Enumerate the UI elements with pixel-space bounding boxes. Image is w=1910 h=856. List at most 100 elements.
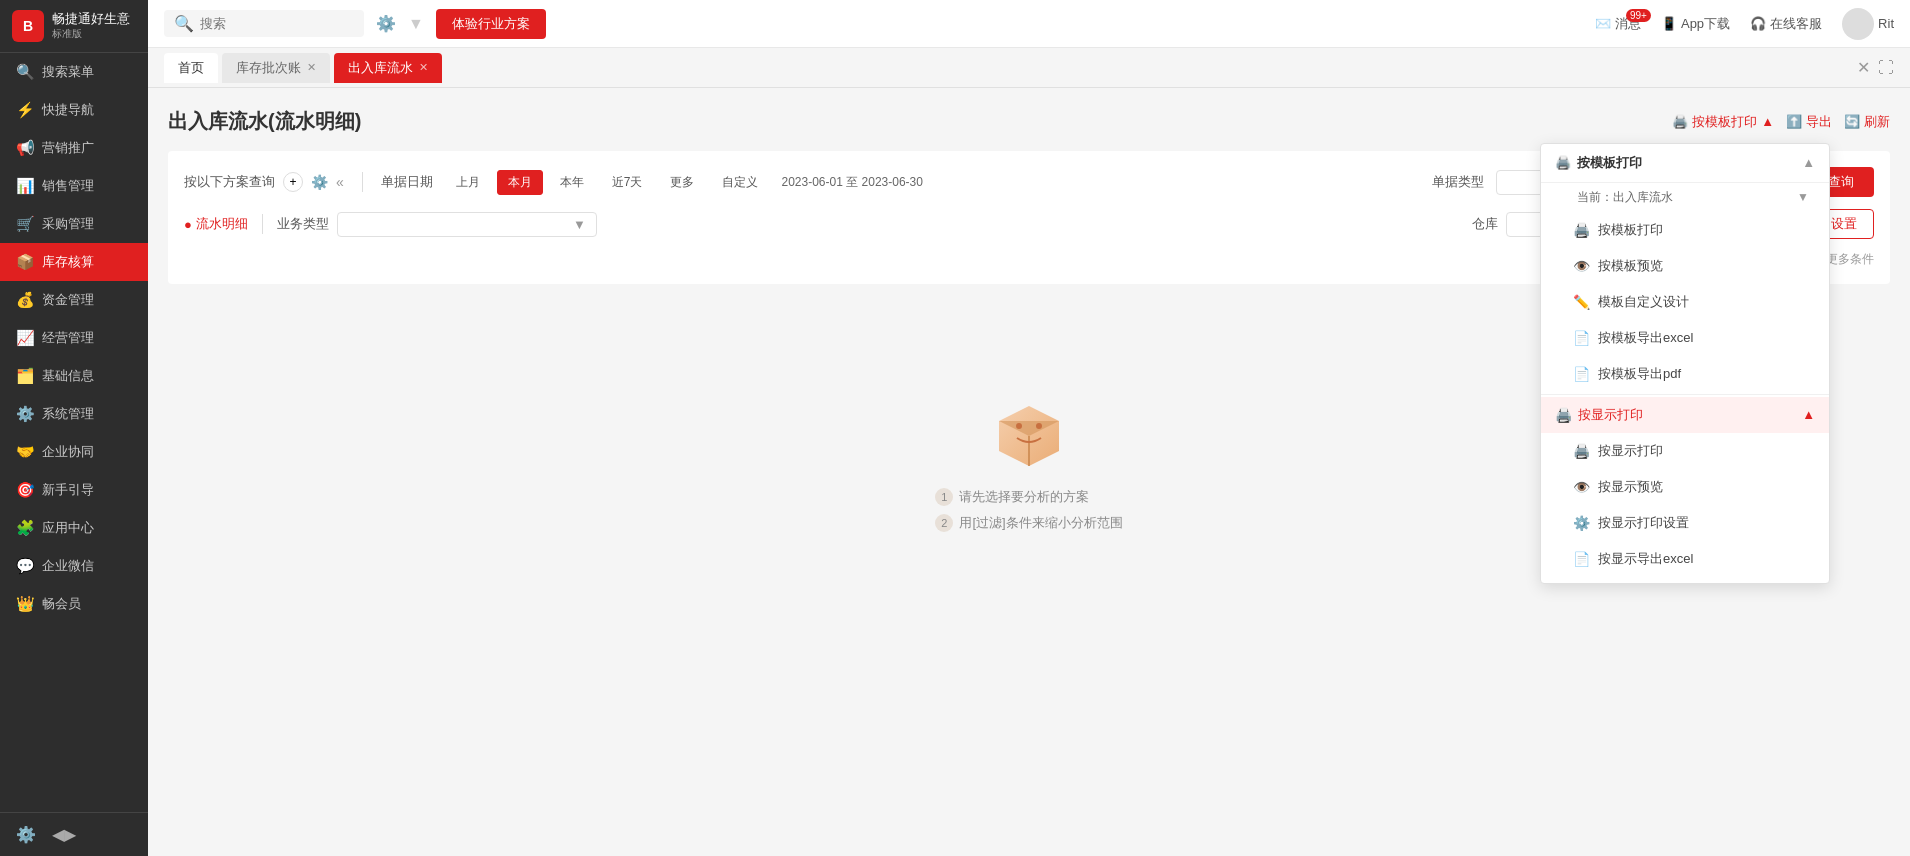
dropdown-template-print[interactable]: 🖨️ 按模板打印	[1541, 212, 1829, 248]
tab-minimize-icon[interactable]: ✕	[1857, 58, 1870, 77]
dropdown-template-preview[interactable]: 👁️ 按模板预览	[1541, 248, 1829, 284]
settings-bottom-icon[interactable]: ⚙️	[16, 825, 36, 844]
filter-settings-icon[interactable]: ⚙️	[311, 174, 328, 190]
date-tag-7days[interactable]: 近7天	[601, 170, 654, 195]
export-button[interactable]: ⬆️ 导出	[1786, 113, 1832, 131]
finance-icon: 💰	[16, 291, 34, 309]
topbar-right: ✉️ 消息 99+ 📱 App下载 🎧 在线客服 Rit	[1595, 8, 1894, 40]
sidebar-item-label: 搜索菜单	[42, 63, 94, 81]
sidebar-item-label: 库存核算	[42, 253, 94, 271]
display-preview-icon: 👁️	[1573, 479, 1590, 495]
dropdown-display-export-excel[interactable]: 📄 按显示导出excel	[1541, 541, 1829, 577]
trial-button[interactable]: 体验行业方案	[436, 9, 546, 39]
cooperation-icon: 🤝	[16, 443, 34, 461]
sidebar-item-label: 企业微信	[42, 557, 94, 575]
sidebar-item-quick-nav[interactable]: ⚡ 快捷导航	[0, 91, 148, 129]
tabbar: 首页 库存批次账 ✕ 出入库流水 ✕ ✕ ⛶	[148, 48, 1910, 88]
display-chevron-up: ▲	[1802, 407, 1815, 422]
divider	[1541, 394, 1829, 395]
tab-inventory-batch[interactable]: 库存批次账 ✕	[222, 53, 330, 83]
active-filter-label: 流水明细	[196, 215, 248, 233]
logo-icon: B	[12, 10, 44, 42]
dropdown-display-section[interactable]: 🖨️ 按显示打印 ▲	[1541, 397, 1829, 433]
headset-icon: 🎧	[1750, 16, 1766, 31]
newbie-icon: 🎯	[16, 481, 34, 499]
tab-inout-flow-close[interactable]: ✕	[419, 61, 428, 74]
collapse-left-icon[interactable]: «	[336, 174, 344, 190]
sidebar-item-operations[interactable]: 📈 经营管理	[0, 319, 148, 357]
refresh-button[interactable]: 🔄 刷新	[1844, 113, 1890, 131]
dropdown-header: 🖨️ 按模板打印 ▲	[1541, 144, 1829, 183]
app-download-label: App下载	[1681, 15, 1730, 33]
search-input[interactable]	[200, 16, 340, 31]
sidebar-item-sales[interactable]: 📊 销售管理	[0, 167, 148, 205]
date-tag-custom[interactable]: 自定义	[711, 170, 769, 195]
quick-nav-icon: ⚡	[16, 101, 34, 119]
dropdown-display-print[interactable]: 🖨️ 按显示打印	[1541, 433, 1829, 469]
user-avatar[interactable]: Rit	[1842, 8, 1894, 40]
tab-inventory-batch-close[interactable]: ✕	[307, 61, 316, 74]
active-filter-tag[interactable]: ● 流水明细	[184, 215, 248, 233]
dropdown-display-settings[interactable]: ⚙️ 按显示打印设置	[1541, 505, 1829, 541]
sidebar-item-system[interactable]: ⚙️ 系统管理	[0, 395, 148, 433]
dropdown-display-export-pdf[interactable]: 📄 按显示导出pdf	[1541, 577, 1829, 583]
sidebar-item-purchase[interactable]: 🛒 采购管理	[0, 205, 148, 243]
dropdown-template-export-excel[interactable]: 📄 按模板导出excel	[1541, 320, 1829, 356]
chevron-down-icon[interactable]: ▼	[1797, 190, 1809, 204]
date-tag-this-year[interactable]: 本年	[549, 170, 595, 195]
business-type-select[interactable]: ▼	[337, 212, 597, 237]
add-filter-button[interactable]: +	[283, 172, 303, 192]
sidebar-item-finance[interactable]: 💰 资金管理	[0, 281, 148, 319]
tab-maximize-icon[interactable]: ⛶	[1878, 59, 1894, 77]
sidebar: B 畅捷通好生意 标准版 🔍 搜索菜单 ⚡ 快捷导航 📢 营销推广 📊 销售管理…	[0, 0, 148, 856]
sidebar-item-label: 畅会员	[42, 595, 81, 613]
empty-illustration	[979, 376, 1079, 476]
empty-hints: 1 请先选择要分析的方案 2 用[过滤]条件来缩小分析范围	[935, 488, 1122, 532]
topbar: 🔍 ⚙️ ▼ 体验行业方案 ✉️ 消息 99+ 📱 App下载 🎧 在线客服 R…	[148, 0, 1910, 48]
template-print-icon: 🖨️	[1573, 222, 1590, 238]
date-tag-more[interactable]: 更多	[659, 170, 705, 195]
purchase-icon: 🛒	[16, 215, 34, 233]
wechat-icon: 💬	[16, 557, 34, 575]
sidebar-item-search[interactable]: 🔍 搜索菜单	[0, 53, 148, 91]
date-tag-last-month[interactable]: 上月	[445, 170, 491, 195]
display-print-icon: 🖨️	[1573, 443, 1590, 459]
inventory-icon: 📦	[16, 253, 34, 271]
message-button[interactable]: ✉️ 消息 99+	[1595, 15, 1641, 33]
message-badge: 99+	[1626, 9, 1651, 22]
search-box[interactable]: 🔍	[164, 10, 364, 37]
gear-icon[interactable]: ⚙️	[376, 14, 396, 33]
online-service-button[interactable]: 🎧 在线客服	[1750, 15, 1822, 33]
sidebar-item-basic[interactable]: 🗂️ 基础信息	[0, 357, 148, 395]
search-label: 按以下方案查询 + ⚙️ «	[184, 172, 344, 192]
refresh-icon: 🔄	[1844, 114, 1860, 129]
tab-home[interactable]: 首页	[164, 53, 218, 83]
sidebar-bottom: ⚙️ ◀▶	[0, 812, 148, 856]
sidebar-item-label: 资金管理	[42, 291, 94, 309]
filter-dot-icon: ●	[184, 217, 192, 232]
sidebar-item-member[interactable]: 👑 畅会员	[0, 585, 148, 623]
app-download-button[interactable]: 📱 App下载	[1661, 15, 1730, 33]
dropdown-template-export-pdf[interactable]: 📄 按模板导出pdf	[1541, 356, 1829, 392]
collapse-icon[interactable]: ◀▶	[52, 825, 76, 844]
sales-icon: 📊	[16, 177, 34, 195]
date-tag-this-month[interactable]: 本月	[497, 170, 543, 195]
sidebar-item-cooperation[interactable]: 🤝 企业协同	[0, 433, 148, 471]
print-button[interactable]: 🖨️ 按模板打印 ▲	[1672, 113, 1774, 131]
dropdown-template-custom[interactable]: ✏️ 模板自定义设计	[1541, 284, 1829, 320]
dropdown-chevron-up[interactable]: ▲	[1802, 155, 1815, 170]
sidebar-item-marketing[interactable]: 📢 营销推广	[0, 129, 148, 167]
template-custom-icon: ✏️	[1573, 294, 1590, 310]
sidebar-item-wechat[interactable]: 💬 企业微信	[0, 547, 148, 585]
dropdown-display-preview[interactable]: 👁️ 按显示预览	[1541, 469, 1829, 505]
sidebar-item-label: 销售管理	[42, 177, 94, 195]
sidebar-item-newbie[interactable]: 🎯 新手引导	[0, 471, 148, 509]
tab-inventory-batch-label: 库存批次账	[236, 59, 301, 77]
sidebar-item-appcenter[interactable]: 🧩 应用中心	[0, 509, 148, 547]
member-icon: 👑	[16, 595, 34, 613]
tab-inout-flow[interactable]: 出入库流水 ✕	[334, 53, 442, 83]
sidebar-item-inventory[interactable]: 📦 库存核算	[0, 243, 148, 281]
empty-hint-1: 1 请先选择要分析的方案	[935, 488, 1122, 506]
basic-icon: 🗂️	[16, 367, 34, 385]
sidebar-item-label: 应用中心	[42, 519, 94, 537]
